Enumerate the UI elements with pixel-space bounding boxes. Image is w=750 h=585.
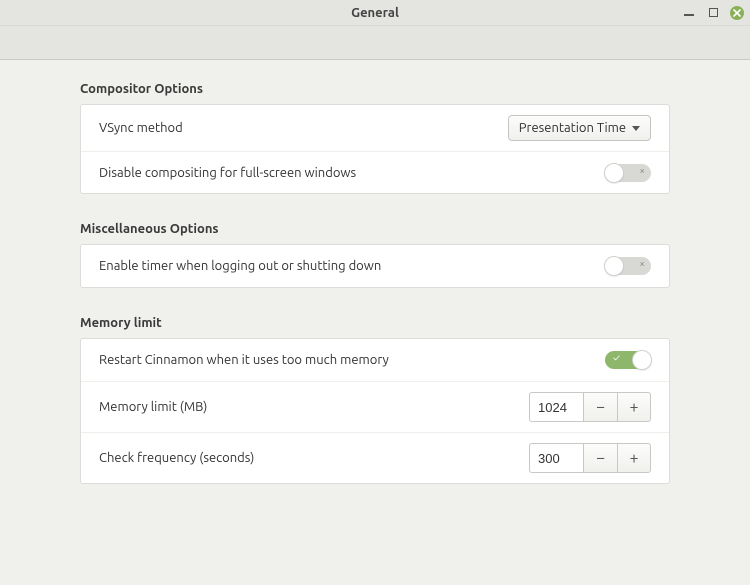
- vsync-label: VSync method: [99, 121, 183, 135]
- close-button[interactable]: [730, 6, 744, 20]
- section-title-misc: Miscellaneous Options: [80, 222, 670, 236]
- window-controls: [682, 0, 744, 25]
- disable-compositing-toggle[interactable]: ×: [605, 164, 651, 182]
- check-frequency-input[interactable]: [529, 443, 583, 473]
- memory-limit-stepper: − +: [529, 392, 651, 422]
- row-restart-cinnamon: Restart Cinnamon when it uses too much m…: [81, 339, 669, 381]
- check-frequency-label: Check frequency (seconds): [99, 451, 254, 465]
- close-icon: [730, 6, 744, 20]
- check-frequency-decrement[interactable]: −: [583, 443, 617, 473]
- section-title-compositor: Compositor Options: [80, 82, 670, 96]
- restart-cinnamon-label: Restart Cinnamon when it uses too much m…: [99, 353, 389, 367]
- toggle-off-icon: ×: [639, 258, 645, 269]
- row-logout-timer: Enable timer when logging out or shuttin…: [81, 245, 669, 287]
- vsync-dropdown[interactable]: Presentation Time: [508, 115, 651, 141]
- memory-limit-increment[interactable]: +: [617, 392, 651, 422]
- toggle-off-icon: ×: [639, 165, 645, 176]
- window-title: General: [351, 6, 399, 20]
- check-frequency-increment[interactable]: +: [617, 443, 651, 473]
- vsync-value: Presentation Time: [519, 121, 626, 135]
- memory-limit-decrement[interactable]: −: [583, 392, 617, 422]
- toggle-on-icon: ✓: [613, 352, 620, 363]
- chevron-down-icon: [632, 126, 640, 131]
- plus-icon: +: [629, 398, 638, 416]
- disable-compositing-label: Disable compositing for full-screen wind…: [99, 166, 356, 180]
- memory-card: Restart Cinnamon when it uses too much m…: [80, 338, 670, 484]
- row-memory-limit: Memory limit (MB) − +: [81, 381, 669, 432]
- row-disable-compositing: Disable compositing for full-screen wind…: [81, 151, 669, 193]
- toggle-knob: [632, 350, 652, 370]
- misc-card: Enable timer when logging out or shuttin…: [80, 244, 670, 288]
- minimize-button[interactable]: [682, 6, 696, 20]
- compositor-card: VSync method Presentation Time Disable c…: [80, 104, 670, 194]
- row-check-frequency: Check frequency (seconds) − +: [81, 432, 669, 483]
- content: Compositor Options VSync method Presenta…: [0, 60, 750, 484]
- titlebar: General: [0, 0, 750, 26]
- plus-icon: +: [629, 449, 638, 467]
- minus-icon: −: [596, 449, 605, 467]
- maximize-button[interactable]: [706, 6, 720, 20]
- row-vsync: VSync method Presentation Time: [81, 105, 669, 151]
- section-title-memory: Memory limit: [80, 316, 670, 330]
- toggle-knob: [604, 256, 624, 276]
- memory-limit-input[interactable]: [529, 392, 583, 422]
- logout-timer-toggle[interactable]: ×: [605, 257, 651, 275]
- logout-timer-label: Enable timer when logging out or shuttin…: [99, 259, 381, 273]
- memory-limit-label: Memory limit (MB): [99, 400, 207, 414]
- restart-cinnamon-toggle[interactable]: ✓: [605, 351, 651, 369]
- toggle-knob: [604, 163, 624, 183]
- headerbar: [0, 26, 750, 60]
- minus-icon: −: [596, 398, 605, 416]
- check-frequency-stepper: − +: [529, 443, 651, 473]
